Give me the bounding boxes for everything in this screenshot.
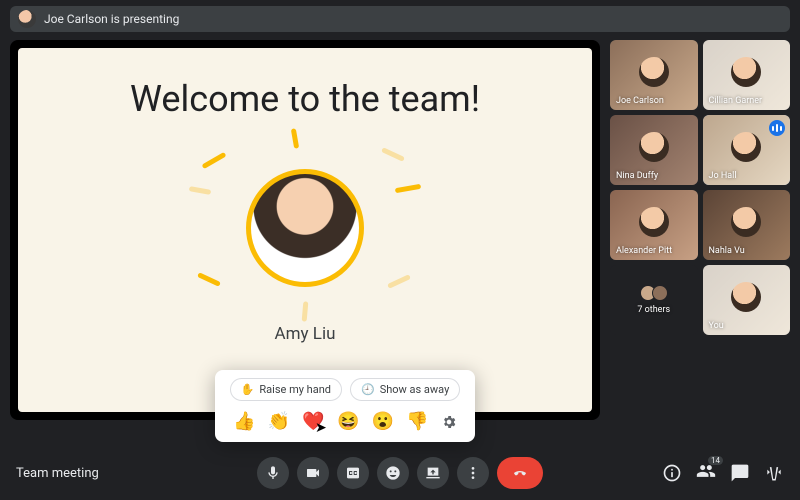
- call-controls: [257, 457, 543, 489]
- reactions-button[interactable]: [377, 457, 409, 489]
- participant-tile[interactable]: Cillian Garner: [703, 40, 791, 110]
- others-tile[interactable]: 7 others: [610, 265, 698, 335]
- participant-count-badge: 14: [708, 456, 723, 465]
- gear-icon[interactable]: [441, 414, 457, 430]
- presenting-banner: Joe Carlson is presenting: [10, 6, 790, 32]
- end-call-icon: [512, 465, 528, 481]
- cc-icon: [345, 465, 361, 481]
- present-icon: [425, 465, 441, 481]
- speaking-indicator-icon: [769, 120, 785, 136]
- participant-tile[interactable]: Alexander Pitt: [610, 190, 698, 260]
- camera-button[interactable]: [297, 457, 329, 489]
- cc-button[interactable]: [337, 457, 369, 489]
- participant-tile[interactable]: Jo Hall: [703, 115, 791, 185]
- mic-icon: [265, 465, 281, 481]
- participant-tile[interactable]: Nahla Vu: [703, 190, 791, 260]
- bottom-bar: Team meeting 14: [0, 446, 800, 500]
- present-button[interactable]: [417, 457, 449, 489]
- people-button[interactable]: 14: [696, 461, 716, 485]
- participants-grid: Joe Carlson Cillian Garner Nina Duffy Jo…: [610, 40, 790, 335]
- reactions-icon: [385, 465, 401, 481]
- info-button[interactable]: [662, 463, 682, 483]
- camera-icon: [305, 465, 321, 481]
- more-icon: [465, 465, 481, 481]
- hand-icon: ✋: [241, 383, 255, 396]
- featured-name: Amy Liu: [275, 324, 336, 344]
- reaction-clap[interactable]: 👏: [268, 411, 290, 432]
- slide-decoration: [195, 138, 415, 318]
- show-away-button[interactable]: 🕘 Show as away: [350, 378, 460, 401]
- chat-button[interactable]: [730, 463, 750, 483]
- reaction-thumbs-down[interactable]: 👎: [406, 411, 428, 432]
- end-call-button[interactable]: [497, 457, 543, 489]
- reactions-popup: ✋ Raise my hand 🕘 Show as away 👍 👏 ❤️ 😆 …: [215, 370, 475, 442]
- slide: Welcome to the team! Amy Liu: [18, 48, 592, 412]
- reaction-heart[interactable]: ❤️: [302, 411, 324, 432]
- participant-tile[interactable]: Joe Carlson: [610, 40, 698, 110]
- presenter-avatar: [18, 10, 36, 28]
- self-tile[interactable]: You: [703, 265, 791, 335]
- meeting-name: Team meeting: [16, 466, 99, 481]
- slide-title: Welcome to the team!: [130, 78, 480, 120]
- stacked-avatars-icon: [640, 285, 668, 301]
- more-button[interactable]: [457, 457, 489, 489]
- raise-hand-button[interactable]: ✋ Raise my hand: [230, 378, 342, 401]
- activities-button[interactable]: [764, 463, 784, 483]
- mic-button[interactable]: [257, 457, 289, 489]
- presenting-text: Joe Carlson is presenting: [44, 12, 179, 26]
- participant-tile[interactable]: Nina Duffy: [610, 115, 698, 185]
- reaction-laugh[interactable]: 😆: [337, 411, 359, 432]
- clock-icon: 🕘: [361, 383, 375, 396]
- presentation-stage: Welcome to the team! Amy Liu: [10, 40, 600, 420]
- reaction-wow[interactable]: 😮: [372, 411, 394, 432]
- reaction-thumbs-up[interactable]: 👍: [233, 411, 255, 432]
- featured-avatar: [246, 169, 364, 287]
